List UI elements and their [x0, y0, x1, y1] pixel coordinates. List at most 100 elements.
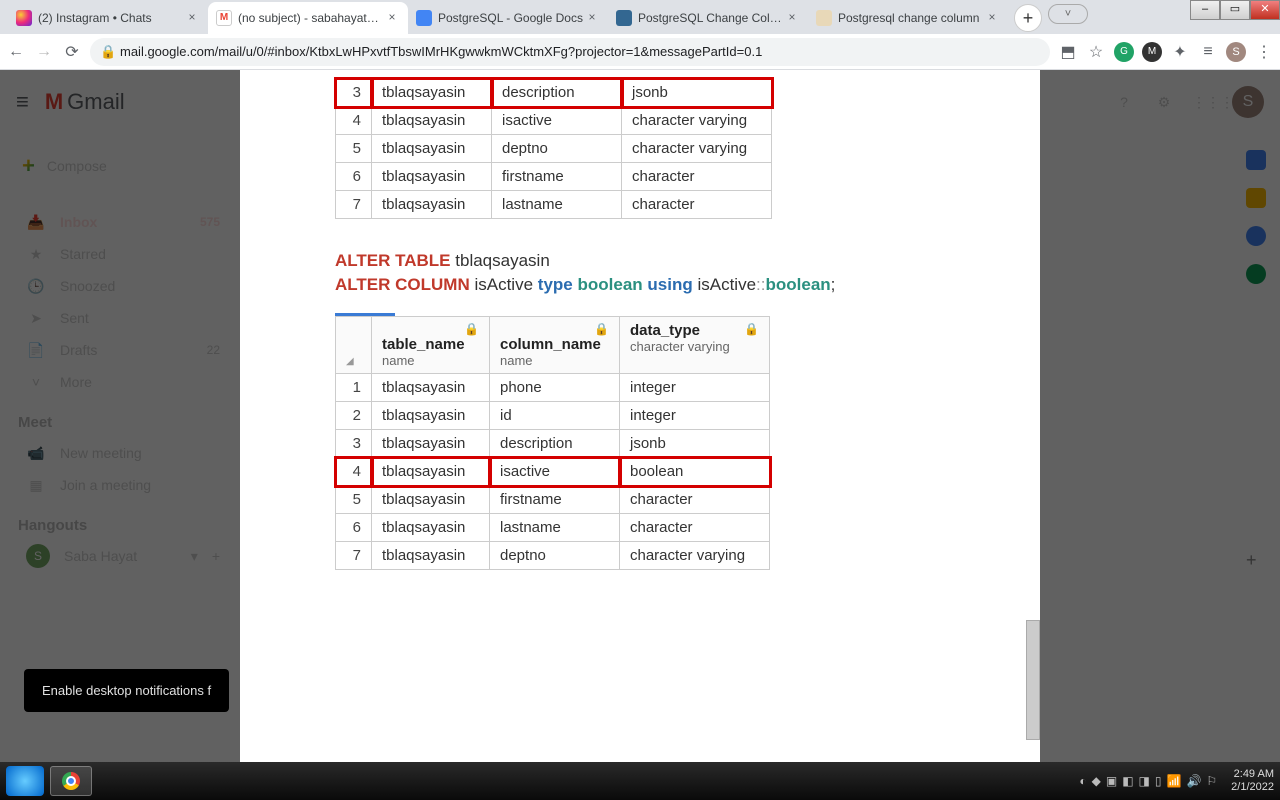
bookmark-star-icon[interactable]: ☆	[1086, 42, 1106, 62]
extension-icon[interactable]: M	[1142, 42, 1162, 62]
tray-icon[interactable]: ◨	[1139, 774, 1150, 788]
address-bar: ← → ⟳ 🔒 mail.google.com/mail/u/0/#inbox/…	[0, 34, 1280, 70]
table-row: 7 tblaqsayasin deptno character varying	[336, 542, 770, 570]
favicon	[816, 10, 832, 26]
header-sub: name	[500, 353, 609, 368]
cell-column-name: phone	[490, 374, 620, 402]
column-header[interactable]: 🔒 column_name name	[490, 317, 620, 374]
browser-tab[interactable]: PostgreSQL - Google Docs ×	[408, 2, 608, 34]
window-maximize-button[interactable]: ▭	[1220, 0, 1250, 20]
cell-column-name: id	[490, 402, 620, 430]
cell-data-type: boolean	[620, 458, 770, 486]
system-tray[interactable]: ◐ ◆ ▣ ◧ ◨ ▯ 📶 🔊 ⚐	[1079, 774, 1217, 788]
table-row: 4 tblaqsayasin isactive character varyin…	[336, 107, 772, 135]
clock-time: 2:49 AM	[1231, 768, 1274, 781]
tray-icon[interactable]: ◐	[1079, 774, 1086, 788]
table-row: 7 tblaqsayasin lastname character	[336, 191, 772, 219]
column-header[interactable]: 🔒 data_type character varying	[620, 317, 770, 374]
table-row: 1 tblaqsayasin phone integer	[336, 374, 770, 402]
browser-tab[interactable]: Postgresql change column ×	[808, 2, 1008, 34]
url-input[interactable]: 🔒 mail.google.com/mail/u/0/#inbox/KtbxLw…	[90, 38, 1050, 66]
cell-table-name: tblaqsayasin	[372, 191, 492, 219]
row-index: 7	[336, 542, 372, 570]
row-index: 6	[336, 163, 372, 191]
cell-table-name: tblaqsayasin	[372, 514, 490, 542]
taskbar-clock[interactable]: 2:49 AM 2/1/2022	[1231, 768, 1274, 794]
sql-code-block: ALTER TABLE tblaqsayasin ALTER COLUMN is…	[240, 249, 1040, 297]
tab-close-button[interactable]: ×	[784, 10, 800, 26]
tab-close-button[interactable]: ×	[984, 10, 1000, 26]
taskbar-chrome[interactable]	[50, 766, 92, 796]
cell-table-name: tblaqsayasin	[372, 135, 492, 163]
browser-tab[interactable]: PostgreSQL Change Colum ×	[608, 2, 808, 34]
tray-icon[interactable]: ▣	[1106, 774, 1117, 788]
row-index: 5	[336, 135, 372, 163]
cell-data-type: character	[622, 163, 772, 191]
sql-cast: ::	[756, 275, 765, 294]
attachment-viewer: 3 tblaqsayasin description jsonb4 tblaqs…	[240, 70, 1040, 762]
profile-avatar[interactable]: S	[1226, 42, 1246, 62]
cell-data-type: character varying	[620, 542, 770, 570]
cell-table-name: tblaqsayasin	[372, 374, 490, 402]
cell-data-type: character	[622, 191, 772, 219]
cell-table-name: tblaqsayasin	[372, 542, 490, 570]
cell-column-name: lastname	[492, 191, 622, 219]
row-index: 4	[336, 107, 372, 135]
row-index: 1	[336, 374, 372, 402]
tray-icon[interactable]: ◧	[1122, 774, 1133, 788]
cell-table-name: tblaqsayasin	[372, 107, 492, 135]
cell-data-type: jsonb	[620, 430, 770, 458]
table-row: 3 tblaqsayasin description jsonb	[336, 430, 770, 458]
column-header[interactable]: 🔒 table_name name	[372, 317, 490, 374]
window-minimize-button[interactable]: –	[1190, 0, 1220, 20]
cell-column-name: deptno	[492, 135, 622, 163]
reading-list-icon[interactable]: ≡	[1198, 42, 1218, 62]
sql-keyword: type	[538, 275, 573, 294]
notification-toast[interactable]: Enable desktop notifications f	[24, 669, 229, 712]
network-icon[interactable]: 📶	[1167, 774, 1182, 788]
tab-close-button[interactable]: ×	[184, 10, 200, 26]
browser-tab[interactable]: (no subject) - sabahayatkha ×	[208, 2, 408, 34]
favicon	[216, 10, 232, 26]
flag-icon[interactable]: ⚐	[1206, 774, 1217, 788]
back-button[interactable]: ←	[6, 42, 26, 62]
cell-table-name: tblaqsayasin	[372, 486, 490, 514]
volume-icon[interactable]: 🔊	[1186, 774, 1201, 788]
url-text: mail.google.com/mail/u/0/#inbox/KtbxLwHP…	[120, 44, 762, 59]
tab-title: PostgreSQL Change Colum	[638, 11, 784, 25]
lock-icon: 🔒	[464, 322, 479, 336]
favicon	[416, 10, 432, 26]
forward-button[interactable]: →	[34, 42, 54, 62]
install-app-icon[interactable]: ⬒	[1058, 42, 1078, 62]
window-close-button[interactable]: ✕	[1250, 0, 1280, 20]
row-index: 2	[336, 402, 372, 430]
sql-identifier: isActive	[474, 275, 533, 294]
extension-grammarly-icon[interactable]: G	[1114, 42, 1134, 62]
chrome-menu-button[interactable]: ⋮	[1254, 42, 1274, 62]
sql-keyword: ALTER TABLE	[335, 251, 451, 270]
cell-table-name: tblaqsayasin	[372, 458, 490, 486]
profile-chevron-icon[interactable]: ˅	[1048, 4, 1088, 24]
favicon	[16, 10, 32, 26]
tray-icon[interactable]: ◆	[1092, 774, 1101, 788]
sql-keyword: ALTER COLUMN	[335, 275, 470, 294]
table-row: 4 tblaqsayasin isactive boolean	[336, 458, 770, 486]
cell-column-name: firstname	[490, 486, 620, 514]
cell-data-type: character	[620, 514, 770, 542]
favicon	[616, 10, 632, 26]
cell-column-name: description	[490, 430, 620, 458]
scrollbar-thumb[interactable]	[1026, 620, 1040, 740]
row-index: 3	[336, 430, 372, 458]
reload-button[interactable]: ⟳	[62, 42, 82, 62]
browser-tab[interactable]: (2) Instagram • Chats ×	[8, 2, 208, 34]
sort-header[interactable]: ◢	[336, 317, 372, 374]
row-index: 5	[336, 486, 372, 514]
tab-title: PostgreSQL - Google Docs	[438, 11, 584, 25]
new-tab-button[interactable]: +	[1014, 4, 1042, 32]
table-row: 5 tblaqsayasin firstname character	[336, 486, 770, 514]
start-button[interactable]	[6, 766, 44, 796]
tray-icon[interactable]: ▯	[1155, 774, 1162, 788]
tab-close-button[interactable]: ×	[384, 10, 400, 26]
extensions-puzzle-icon[interactable]: ✦	[1170, 42, 1190, 62]
tab-close-button[interactable]: ×	[584, 10, 600, 26]
